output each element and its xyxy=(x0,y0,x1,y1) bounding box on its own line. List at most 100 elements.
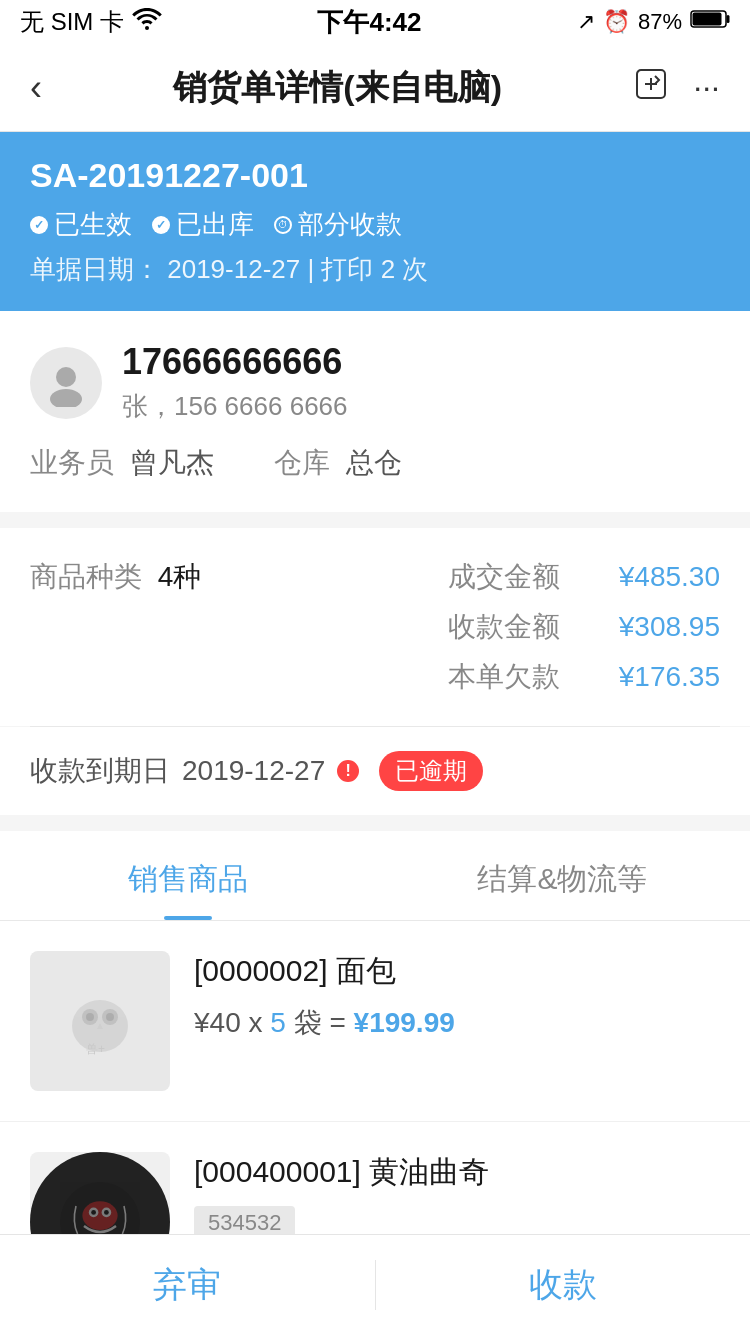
effective-icon xyxy=(30,216,48,234)
tab-settlement[interactable]: 结算&物流等 xyxy=(375,831,750,920)
status-bar: 无 SIM 卡 下午4:42 ↗ ⏰ 87% xyxy=(0,0,750,44)
salesperson-field: 业务员 曾凡杰 xyxy=(30,444,214,482)
sim-label: 无 SIM 卡 xyxy=(20,6,124,38)
summary-right: 成交金额 ¥485.30 收款金额 ¥308.95 本单欠款 ¥176.35 xyxy=(448,558,720,696)
arrears-label: 本单欠款 xyxy=(448,658,560,696)
svg-point-5 xyxy=(50,389,82,407)
more-button[interactable]: ··· xyxy=(693,69,720,106)
qty-1: 5 xyxy=(270,1007,286,1038)
product-code-2: [000400001] xyxy=(194,1155,361,1188)
status-left: 无 SIM 卡 xyxy=(20,6,162,38)
received-row: 收款金额 ¥308.95 xyxy=(448,608,720,646)
avatar xyxy=(30,347,102,419)
svg-point-14 xyxy=(82,1201,117,1230)
product-title-2: 黄油曲奇 xyxy=(369,1155,489,1188)
wifi-icon xyxy=(132,8,162,36)
deal-amount-value: ¥485.30 xyxy=(580,561,720,593)
product-name-1: [0000002] 面包 xyxy=(194,951,720,992)
deal-amount-label: 成交金额 xyxy=(448,558,560,596)
multiply-symbol-1: x xyxy=(249,1007,271,1038)
table-row: 兽+ [0000002] 面包 ¥40 x 5 袋 = ¥199.99 xyxy=(0,921,750,1122)
salesperson-label: 业务员 xyxy=(30,447,114,478)
arrears-value: ¥176.35 xyxy=(580,661,720,693)
received-value: ¥308.95 xyxy=(580,611,720,643)
warehouse-label: 仓库 xyxy=(274,447,330,478)
order-date-row: 单据日期： 2019-12-27 | 打印 2 次 xyxy=(30,252,720,287)
summary-left: 商品种类 4种 xyxy=(30,558,201,596)
order-banner: SA-20191227-001 已生效 已出库 ⏱ 部分收款 单据日期： 201… xyxy=(0,132,750,311)
product-image-1: 兽+ xyxy=(30,951,170,1091)
deal-amount-row: 成交金额 ¥485.30 xyxy=(448,558,720,596)
product-type-value: 4种 xyxy=(158,561,202,592)
customer-row: 17666666666 张，156 6666 6666 xyxy=(30,341,720,424)
unit-price-1: ¥40 xyxy=(194,1007,241,1038)
shipped-label: 已出库 xyxy=(176,207,254,242)
nav-bar: ‹ 销货单详情(来自电脑) ··· xyxy=(0,44,750,132)
tab-products-label: 销售商品 xyxy=(128,862,248,895)
customer-name: 17666666666 xyxy=(122,341,348,383)
status-shipped: 已出库 xyxy=(152,207,254,242)
product-price-1: ¥40 x 5 袋 = ¥199.99 xyxy=(194,1004,720,1042)
confirm-button[interactable]: 收款 xyxy=(376,1242,751,1328)
page-title: 销货单详情(来自电脑) xyxy=(173,65,502,111)
warehouse-value: 总仓 xyxy=(346,447,402,478)
svg-rect-1 xyxy=(726,15,729,23)
customer-info: 17666666666 张，156 6666 6666 xyxy=(122,341,348,424)
order-date: 2019-12-27 xyxy=(167,254,300,284)
overdue-text: 已逾期 xyxy=(379,751,483,791)
svg-text:兽+: 兽+ xyxy=(86,1042,105,1056)
tabs-row: 销售商品 结算&物流等 xyxy=(0,831,750,921)
customer-meta: 业务员 曾凡杰 仓库 总仓 xyxy=(30,444,720,482)
tab-underline xyxy=(164,916,212,920)
effective-label: 已生效 xyxy=(54,207,132,242)
svg-rect-2 xyxy=(692,13,721,26)
partial-label: 部分收款 xyxy=(298,207,402,242)
cancel-button[interactable]: 弃审 xyxy=(0,1242,375,1328)
salesperson-value: 曾凡杰 xyxy=(130,447,214,478)
arrears-row: 本单欠款 ¥176.35 xyxy=(448,658,720,696)
status-effective: 已生效 xyxy=(30,207,132,242)
due-section: 收款到期日 2019-12-27 ! 已逾期 xyxy=(0,727,750,815)
received-label: 收款金额 xyxy=(448,608,560,646)
battery-label: 87% xyxy=(638,9,682,35)
bottom-bar: 弃审 收款 xyxy=(0,1234,750,1334)
tab-settlement-label: 结算&物流等 xyxy=(477,862,647,895)
product-info-1: [0000002] 面包 ¥40 x 5 袋 = ¥199.99 xyxy=(194,951,720,1091)
customer-section: 17666666666 张，156 6666 6666 业务员 曾凡杰 仓库 总… xyxy=(0,311,750,512)
total-1: ¥199.99 xyxy=(354,1007,455,1038)
location-icon: ↗ xyxy=(577,9,595,35)
overdue-icon: ! xyxy=(337,760,359,782)
svg-point-10 xyxy=(106,1013,114,1021)
share-button[interactable] xyxy=(633,66,669,110)
svg-point-17 xyxy=(91,1210,96,1215)
warehouse-field: 仓库 总仓 xyxy=(274,444,402,482)
divider-1 xyxy=(0,512,750,528)
alarm-icon: ⏰ xyxy=(603,9,630,35)
nav-actions: ··· xyxy=(633,66,720,110)
svg-point-4 xyxy=(56,367,76,387)
svg-point-18 xyxy=(104,1210,109,1215)
customer-sub: 张，156 6666 6666 xyxy=(122,389,348,424)
tabs-section: 销售商品 结算&物流等 xyxy=(0,831,750,921)
order-status-row: 已生效 已出库 ⏱ 部分收款 xyxy=(30,207,720,242)
date-label: 单据日期： xyxy=(30,254,160,284)
print-count: | 打印 2 次 xyxy=(307,254,428,284)
back-button[interactable]: ‹ xyxy=(30,67,42,109)
status-time: 下午4:42 xyxy=(317,5,421,40)
product-name-2: [000400001] 黄油曲奇 xyxy=(194,1152,720,1193)
shipped-icon xyxy=(152,216,170,234)
svg-point-9 xyxy=(86,1013,94,1021)
due-label: 收款到期日 xyxy=(30,752,170,790)
order-id: SA-20191227-001 xyxy=(30,156,720,195)
divider-2 xyxy=(0,815,750,831)
tab-products[interactable]: 销售商品 xyxy=(0,831,375,920)
status-right: ↗ ⏰ 87% xyxy=(577,9,730,35)
due-date: 2019-12-27 xyxy=(182,755,325,787)
partial-icon: ⏱ xyxy=(274,216,292,234)
product-code-1: [0000002] xyxy=(194,954,327,987)
product-type-label: 商品种类 xyxy=(30,561,142,592)
equals-symbol-1: = xyxy=(329,1007,353,1038)
battery-icon xyxy=(690,9,730,35)
product-title-1: 面包 xyxy=(336,954,396,987)
status-partial: ⏱ 部分收款 xyxy=(274,207,402,242)
